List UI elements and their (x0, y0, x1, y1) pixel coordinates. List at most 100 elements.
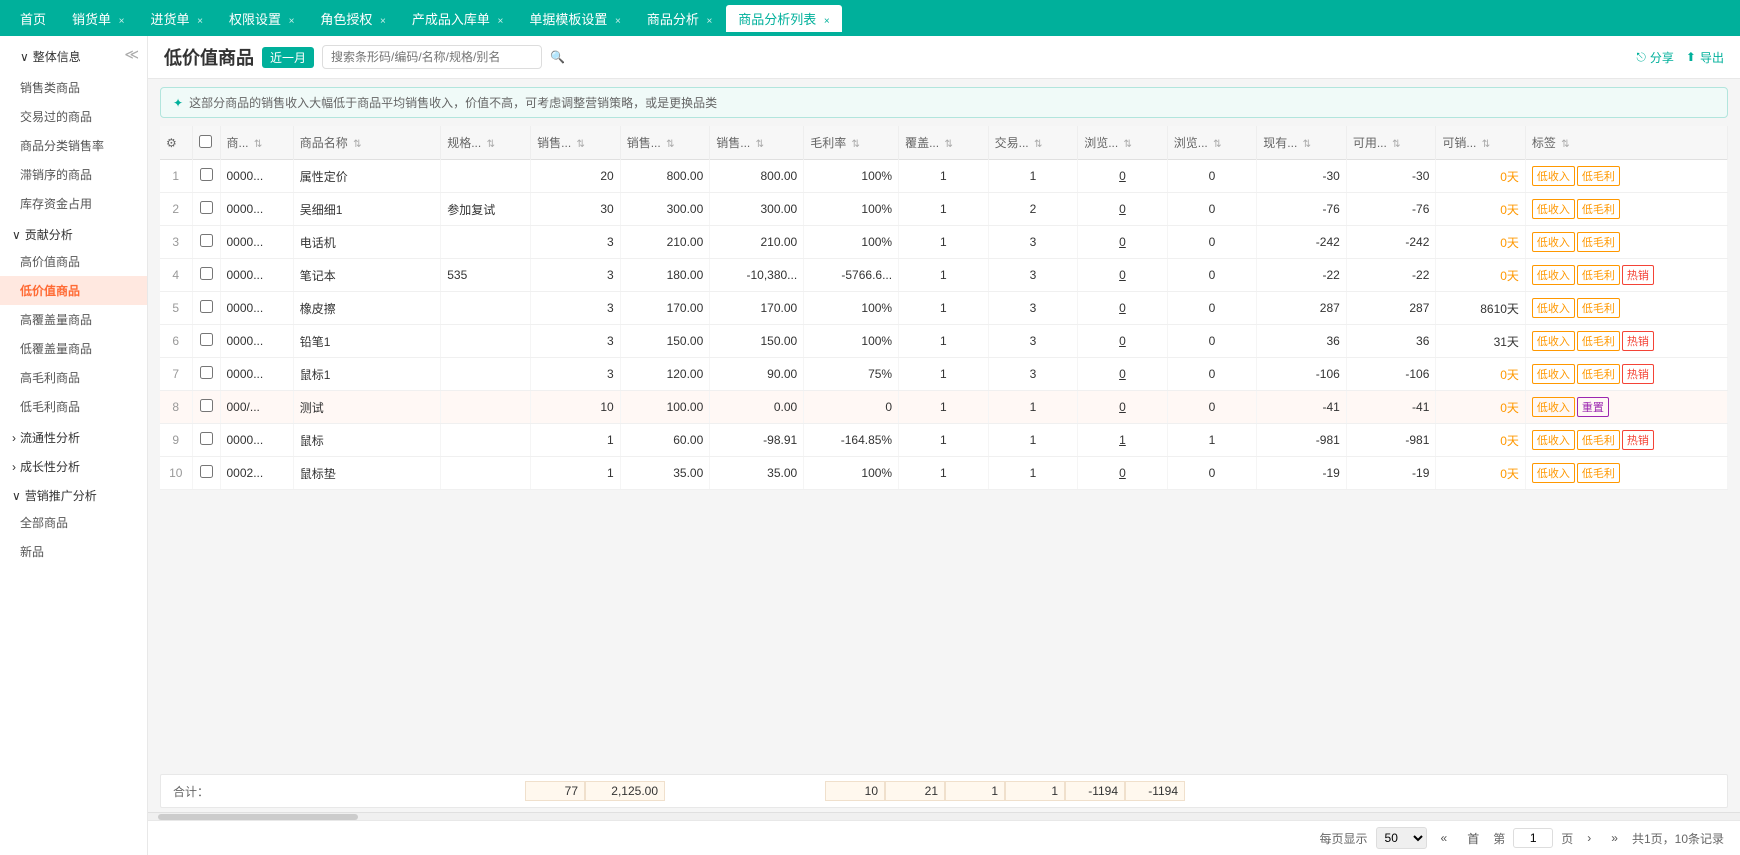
row-select-checkbox[interactable] (200, 168, 213, 181)
select-all-checkbox[interactable] (199, 135, 212, 148)
col-tags[interactable]: 标签 ⇅ (1525, 126, 1727, 160)
close-icon[interactable]: × (706, 16, 712, 27)
browse-link[interactable]: 0 (1119, 466, 1126, 480)
col-trade[interactable]: 交易... ⇅ (988, 126, 1078, 160)
row-browse1[interactable]: 0 (1078, 391, 1168, 424)
sidebar-item-low-profit[interactable]: 低毛利商品 (0, 392, 147, 421)
row-browse1[interactable]: 0 (1078, 292, 1168, 325)
col-sale2[interactable]: 销售... ⇅ (620, 126, 710, 160)
nav-product-analysis-list[interactable]: 商品分析列表 × (726, 5, 841, 32)
sidebar-item-low-value[interactable]: 低价值商品 (0, 276, 147, 305)
sidebar-section-growth[interactable]: › 成长性分析 (0, 450, 147, 479)
first-page-btn[interactable]: « (1435, 829, 1454, 847)
nav-sales[interactable]: 销货单 × (60, 5, 136, 32)
browse-link[interactable]: 0 (1119, 301, 1126, 315)
sidebar-item-high-value[interactable]: 高价值商品 (0, 247, 147, 276)
row-select-checkbox[interactable] (200, 432, 213, 445)
col-sellable[interactable]: 可销... ⇅ (1436, 126, 1526, 160)
col-available[interactable]: 可用... ⇅ (1346, 126, 1436, 160)
sidebar-item-high-coverage[interactable]: 高覆盖量商品 (0, 305, 147, 334)
export-button[interactable]: ⬆ 导出 (1686, 49, 1724, 66)
row-checkbox[interactable] (192, 325, 220, 358)
browse-link[interactable]: 0 (1119, 400, 1126, 414)
nav-product-analysis[interactable]: 商品分析 × (635, 5, 724, 32)
row-browse1[interactable]: 0 (1078, 325, 1168, 358)
col-spec[interactable]: 规格... ⇅ (441, 126, 531, 160)
sidebar-item-sales-products[interactable]: 销售类商品 (0, 73, 147, 102)
browse-link[interactable]: 0 (1119, 169, 1126, 183)
last-page-btn[interactable]: » (1605, 829, 1624, 847)
browse-link[interactable]: 0 (1119, 367, 1126, 381)
close-icon[interactable]: × (615, 16, 621, 27)
sidebar-item-low-coverage[interactable]: 低覆盖量商品 (0, 334, 147, 363)
close-icon[interactable]: × (498, 16, 504, 27)
row-select-checkbox[interactable] (200, 333, 213, 346)
search-icon[interactable]: 🔍 (550, 50, 565, 64)
row-select-checkbox[interactable] (200, 201, 213, 214)
row-checkbox[interactable] (192, 259, 220, 292)
sidebar-item-all-products[interactable]: 全部商品 (0, 508, 147, 537)
search-input[interactable] (322, 45, 542, 69)
row-checkbox[interactable] (192, 424, 220, 457)
browse-link[interactable]: 0 (1119, 268, 1126, 282)
row-checkbox[interactable] (192, 391, 220, 424)
close-icon[interactable]: × (824, 16, 830, 27)
horizontal-scrollbar[interactable] (148, 812, 1740, 820)
browse-link[interactable]: 0 (1119, 235, 1126, 249)
col-checkbox[interactable] (192, 126, 220, 160)
next-page-btn[interactable]: › (1581, 829, 1597, 847)
col-browse2[interactable]: 浏览... ⇅ (1167, 126, 1257, 160)
collapse-sidebar-icon[interactable]: ≪ (124, 46, 139, 63)
row-select-checkbox[interactable] (200, 465, 213, 478)
row-select-checkbox[interactable] (200, 234, 213, 247)
row-browse1[interactable]: 0 (1078, 358, 1168, 391)
page-size-select[interactable]: 50 100 200 (1376, 827, 1427, 849)
sidebar-item-new-products[interactable]: 新品 (0, 537, 147, 566)
row-browse1[interactable]: 1 (1078, 424, 1168, 457)
row-browse1[interactable]: 0 (1078, 457, 1168, 490)
row-checkbox[interactable] (192, 358, 220, 391)
close-icon[interactable]: × (380, 16, 386, 27)
browse-link[interactable]: 0 (1119, 202, 1126, 216)
sidebar-section-circulation[interactable]: › 流通性分析 (0, 421, 147, 450)
row-checkbox[interactable] (192, 457, 220, 490)
col-settings[interactable]: ⚙ (160, 126, 192, 160)
row-checkbox[interactable] (192, 160, 220, 193)
row-browse1[interactable]: 0 (1078, 259, 1168, 292)
row-select-checkbox[interactable] (200, 300, 213, 313)
col-sale1[interactable]: 销售... ⇅ (531, 126, 621, 160)
close-icon[interactable]: × (289, 16, 295, 27)
sidebar-item-high-profit[interactable]: 高毛利商品 (0, 363, 147, 392)
page-number-input[interactable] (1513, 828, 1553, 848)
row-checkbox[interactable] (192, 193, 220, 226)
nav-permissions[interactable]: 权限设置 × (217, 5, 306, 32)
col-margin[interactable]: 毛利率 ⇅ (804, 126, 899, 160)
nav-home[interactable]: 首页 (8, 5, 58, 32)
row-select-checkbox[interactable] (200, 399, 213, 412)
col-browse1[interactable]: 浏览... ⇅ (1078, 126, 1168, 160)
col-stock[interactable]: 现有... ⇅ (1257, 126, 1347, 160)
browse-link[interactable]: 0 (1119, 334, 1126, 348)
sidebar-item-traded[interactable]: 交易过的商品 (0, 102, 147, 131)
close-icon[interactable]: × (119, 16, 125, 27)
close-icon[interactable]: × (197, 16, 203, 27)
row-browse1[interactable]: 0 (1078, 160, 1168, 193)
row-browse1[interactable]: 0 (1078, 226, 1168, 259)
sidebar-item-slow-moving[interactable]: 滞销序的商品 (0, 160, 147, 189)
sidebar-item-inventory-capital[interactable]: 库存资金占用 (0, 189, 147, 218)
row-checkbox[interactable] (192, 226, 220, 259)
filter-recent-month[interactable]: 近一月 (262, 47, 314, 68)
col-code[interactable]: 商... ⇅ (220, 126, 293, 160)
scrollbar-thumb[interactable] (158, 814, 358, 820)
nav-purchase[interactable]: 进货单 × (138, 5, 214, 32)
share-button[interactable]: ⎋ 分享 (1636, 49, 1674, 66)
row-browse1[interactable]: 0 (1078, 193, 1168, 226)
nav-warehouse[interactable]: 产成品入库单 × (400, 5, 515, 32)
row-select-checkbox[interactable] (200, 366, 213, 379)
browse-link[interactable]: 1 (1119, 433, 1126, 447)
col-sale3[interactable]: 销售... ⇅ (710, 126, 804, 160)
col-coverage[interactable]: 覆盖... ⇅ (899, 126, 989, 160)
col-name[interactable]: 商品名称 ⇅ (293, 126, 440, 160)
row-select-checkbox[interactable] (200, 267, 213, 280)
row-checkbox[interactable] (192, 292, 220, 325)
